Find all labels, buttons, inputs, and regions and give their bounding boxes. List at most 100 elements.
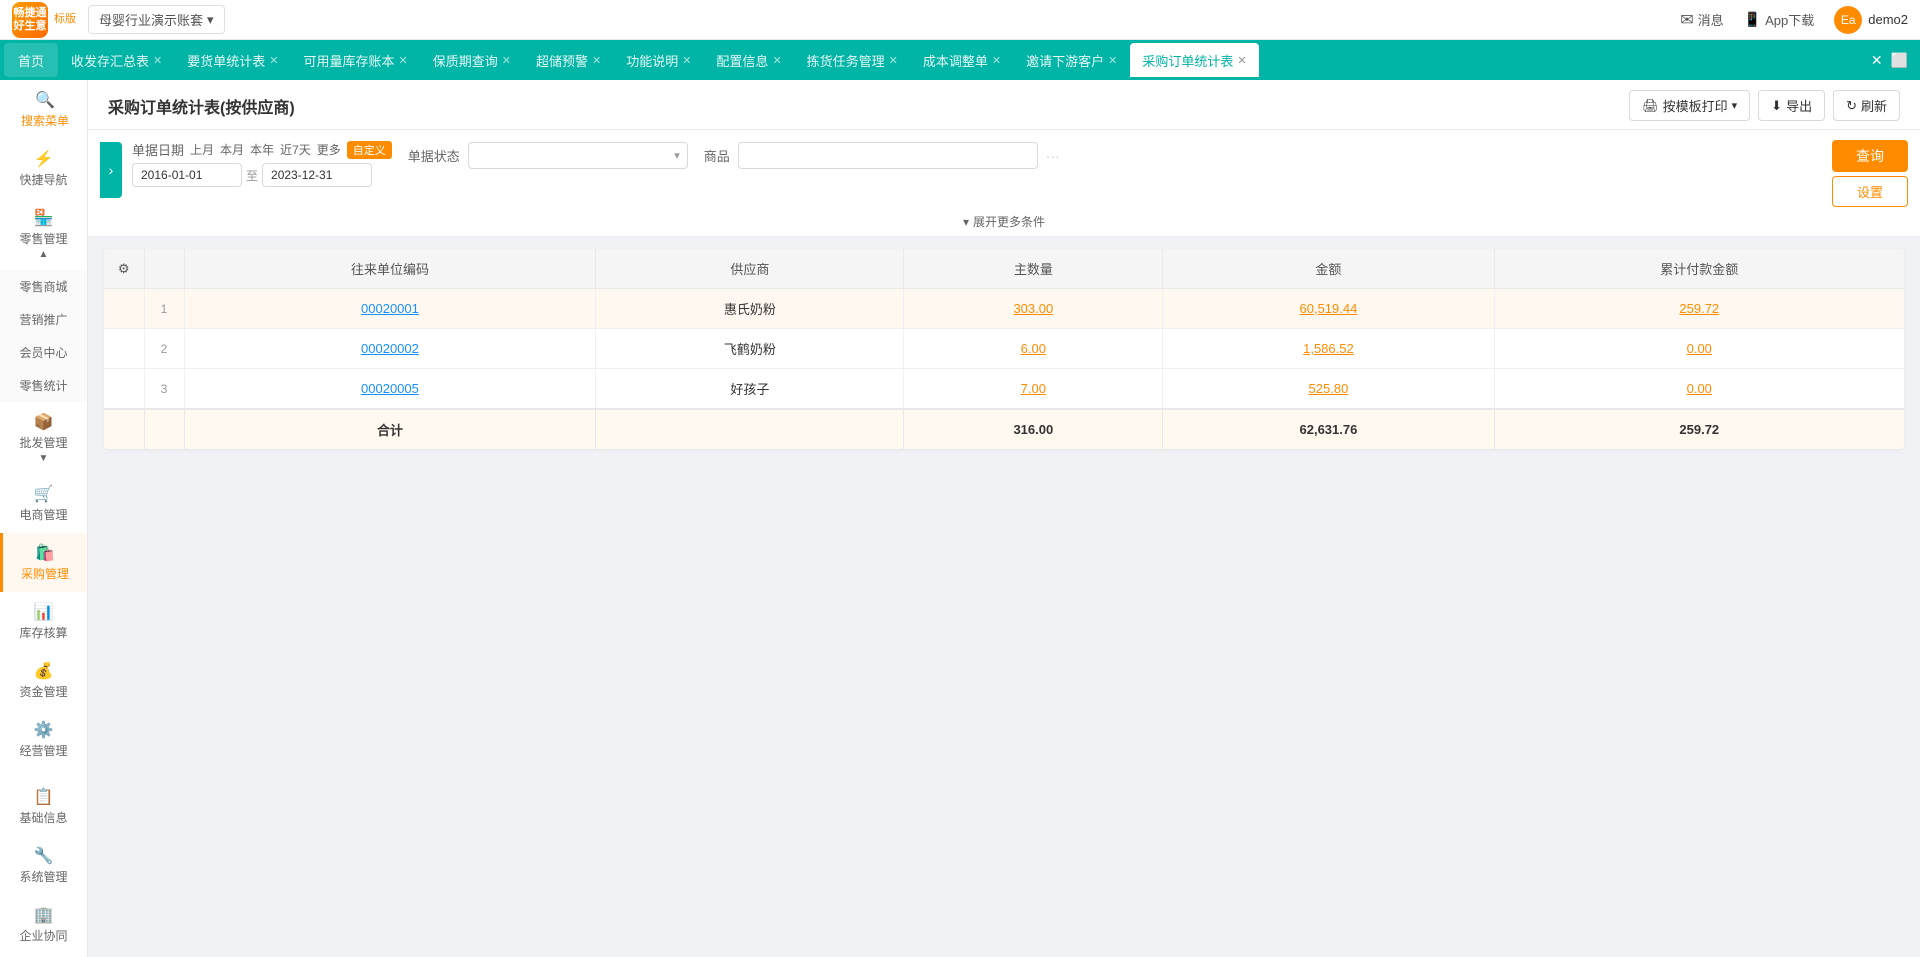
topbar-right: ✉ 消息 📱 App下载 Ea demo2	[1680, 6, 1908, 34]
date-to-input[interactable]	[262, 163, 372, 187]
tab-config[interactable]: 配置信息✕	[704, 43, 793, 77]
sidebar-inventory-label: 库存核算	[19, 624, 67, 641]
goods-more-icon[interactable]: ···	[1046, 148, 1060, 164]
date-shortcut-this-month[interactable]: 本月	[220, 141, 244, 158]
td-supplier-code-3[interactable]: 00020005	[184, 369, 596, 410]
user-area[interactable]: Ea demo2	[1834, 6, 1908, 34]
td-paid-1[interactable]: 259.72	[1494, 289, 1904, 329]
sidebar-item-basic-info[interactable]: 📋 基础信息	[0, 777, 87, 836]
settings-icon[interactable]: ⚙	[118, 261, 130, 276]
sidebar-member-label: 会员中心	[19, 344, 67, 361]
setting-btn[interactable]: 设置	[1832, 176, 1908, 207]
th-amount: 金额	[1163, 249, 1494, 289]
td-paid-2[interactable]: 0.00	[1494, 329, 1904, 369]
tab-available-inventory[interactable]: 可用量库存账本✕	[291, 43, 419, 77]
status-select-wrap: ▾	[468, 142, 688, 169]
sidebar-item-inventory[interactable]: 📊 库存核算	[0, 592, 87, 651]
sidebar-item-ecommerce[interactable]: 🛒 电商管理	[0, 474, 87, 533]
date-from-input[interactable]	[132, 163, 242, 187]
td-supplier-code-2[interactable]: 00020002	[184, 329, 596, 369]
sidebar-item-retail-store[interactable]: 零售商城	[0, 270, 87, 303]
app-download-btn[interactable]: 📱 App下载	[1744, 10, 1815, 29]
wholesale-icon: 📦	[34, 412, 54, 432]
tab-receive-summary[interactable]: 收发存汇总表✕	[59, 43, 174, 77]
tab-shelf-life[interactable]: 保质期查询✕	[421, 43, 523, 77]
sidebar-item-finance[interactable]: 💰 资金管理	[0, 651, 87, 710]
date-shortcut-7days[interactable]: 近7天	[280, 141, 311, 158]
tab-overstock[interactable]: 超储预警✕	[524, 43, 613, 77]
table-row: 3 00020005 好孩子 7.00 525.80 0.00	[104, 369, 1904, 410]
tab-purchase-summary-active[interactable]: 采购订单统计表 ✕	[1130, 43, 1258, 77]
sidebar-item-retail-stats[interactable]: 零售统计	[0, 369, 87, 402]
workspace-selector[interactable]: 母婴行业演示账套 ▾	[88, 5, 225, 34]
sidebar-item-marketing[interactable]: 营销推广	[0, 303, 87, 336]
nav-restore-icon[interactable]: ⬜	[1891, 52, 1908, 69]
sidebar-item-system[interactable]: 🔧 系统管理	[0, 836, 87, 895]
sidebar-item-quick-nav[interactable]: ⚡ 快捷导航	[0, 139, 87, 198]
tab-function-desc[interactable]: 功能说明✕	[614, 43, 703, 77]
expand-label: 展开更多条件	[973, 213, 1045, 230]
status-select[interactable]	[468, 142, 688, 169]
sidebar-item-search[interactable]: 🔍 搜索菜单	[0, 80, 87, 139]
date-row1: 单据日期 上月 本月 本年 近7天 更多 自定义	[132, 140, 392, 159]
nav-close-icon[interactable]: ✕	[1871, 52, 1883, 69]
tab-purchase-summary-label: 采购订单统计表	[1142, 51, 1233, 70]
td-supplier-name-1: 惠氏奶粉	[596, 289, 904, 329]
sidebar-quicknav-label: 快捷导航	[19, 171, 67, 188]
custom-badge[interactable]: 自定义	[347, 141, 392, 159]
td-quantity-1[interactable]: 303.00	[904, 289, 1163, 329]
tab-picking-task[interactable]: 拣货任务管理✕	[795, 43, 910, 77]
td-rownum-1: 1	[144, 289, 184, 329]
nav-tabs-list: 首页 收发存汇总表✕ 要货单统计表✕ 可用量库存账本✕ 保质期查询✕ 超储预警✕…	[4, 43, 1863, 77]
sidebar-item-retail[interactable]: 🏪 零售管理 ▲	[0, 198, 87, 270]
tab-home[interactable]: 首页	[4, 43, 58, 77]
td-amount-2[interactable]: 1,586.52	[1163, 329, 1494, 369]
tab-invite-downstream[interactable]: 邀请下游客户✕	[1014, 43, 1129, 77]
td-settings-1	[104, 289, 144, 329]
td-amount-1[interactable]: 60,519.44	[1163, 289, 1494, 329]
sidebar-item-wholesale[interactable]: 📦 批发管理 ▼	[0, 402, 87, 474]
tab-cost-adjust[interactable]: 成本调整单✕	[911, 43, 1013, 77]
td-supplier-code-1[interactable]: 00020001	[184, 289, 596, 329]
td-quantity-2[interactable]: 6.00	[904, 329, 1163, 369]
sidebar-item-purchase[interactable]: 🛍️ 采购管理	[0, 533, 87, 592]
nav-end-actions: ✕ ⬜	[1863, 52, 1916, 69]
th-settings: ⚙	[104, 249, 144, 289]
message-btn[interactable]: ✉ 消息	[1680, 10, 1723, 30]
date-shortcut-more[interactable]: 更多	[317, 141, 341, 158]
sidebar-item-enterprise[interactable]: 🏢 企业协同	[0, 895, 87, 954]
td-supplier-name-2: 飞鹤奶粉	[596, 329, 904, 369]
td-amount-3[interactable]: 525.80	[1163, 369, 1494, 410]
export-btn[interactable]: ⬇ 导出	[1758, 90, 1825, 121]
sidebar: 🔍 搜索菜单 ⚡ 快捷导航 🏪 零售管理 ▲ 零售商城 营销推广 会员中心 零售…	[0, 80, 88, 957]
print-btn[interactable]: 🖨 按模板打印 ▾	[1629, 90, 1750, 121]
export-label: 导出	[1786, 96, 1812, 115]
sidebar-item-member[interactable]: 会员中心	[0, 336, 87, 369]
refresh-btn[interactable]: ↻ 刷新	[1833, 90, 1900, 121]
sidebar-system-label: 系统管理	[19, 868, 67, 885]
table-row: 2 00020002 飞鹤奶粉 6.00 1,586.52 0.00	[104, 329, 1904, 369]
tab-requisition-summary[interactable]: 要货单统计表✕	[175, 43, 290, 77]
td-footer-settings	[104, 409, 144, 449]
filter-toggle-btn[interactable]: ›	[100, 142, 122, 198]
logo-icon: 畅捷通好生意	[12, 2, 48, 38]
sidebar-item-operation[interactable]: ⚙️ 经营管理	[0, 710, 87, 769]
sidebar-operation-label: 经营管理	[19, 742, 67, 759]
expand-more-btn[interactable]: ▾ 展开更多条件	[963, 213, 1045, 230]
logo-icon-text: 畅捷通好生意	[14, 7, 47, 31]
filter-status-section: 单据状态 ▾	[408, 142, 688, 169]
search-btn[interactable]: 查询	[1832, 140, 1908, 172]
goods-input[interactable]	[738, 142, 1038, 169]
status-label: 单据状态	[408, 146, 460, 165]
td-paid-3[interactable]: 0.00	[1494, 369, 1904, 410]
date-shortcut-prev-month[interactable]: 上月	[190, 141, 214, 158]
ecommerce-icon: 🛒	[34, 484, 54, 504]
date-shortcut-this-year[interactable]: 本年	[250, 141, 274, 158]
data-table: ⚙ 往来单位编码 供应商 主数量 金额 累计付款金额 1	[104, 249, 1904, 449]
sidebar-basicinfo-label: 基础信息	[19, 809, 67, 826]
table-area: ⚙ 往来单位编码 供应商 主数量 金额 累计付款金额 1	[88, 237, 1920, 957]
td-quantity-3[interactable]: 7.00	[904, 369, 1163, 410]
sidebar-ecommerce-label: 电商管理	[19, 506, 67, 523]
print-label: 按模板打印	[1663, 96, 1728, 115]
page-actions: 🖨 按模板打印 ▾ ⬇ 导出 ↻ 刷新	[1629, 90, 1900, 121]
